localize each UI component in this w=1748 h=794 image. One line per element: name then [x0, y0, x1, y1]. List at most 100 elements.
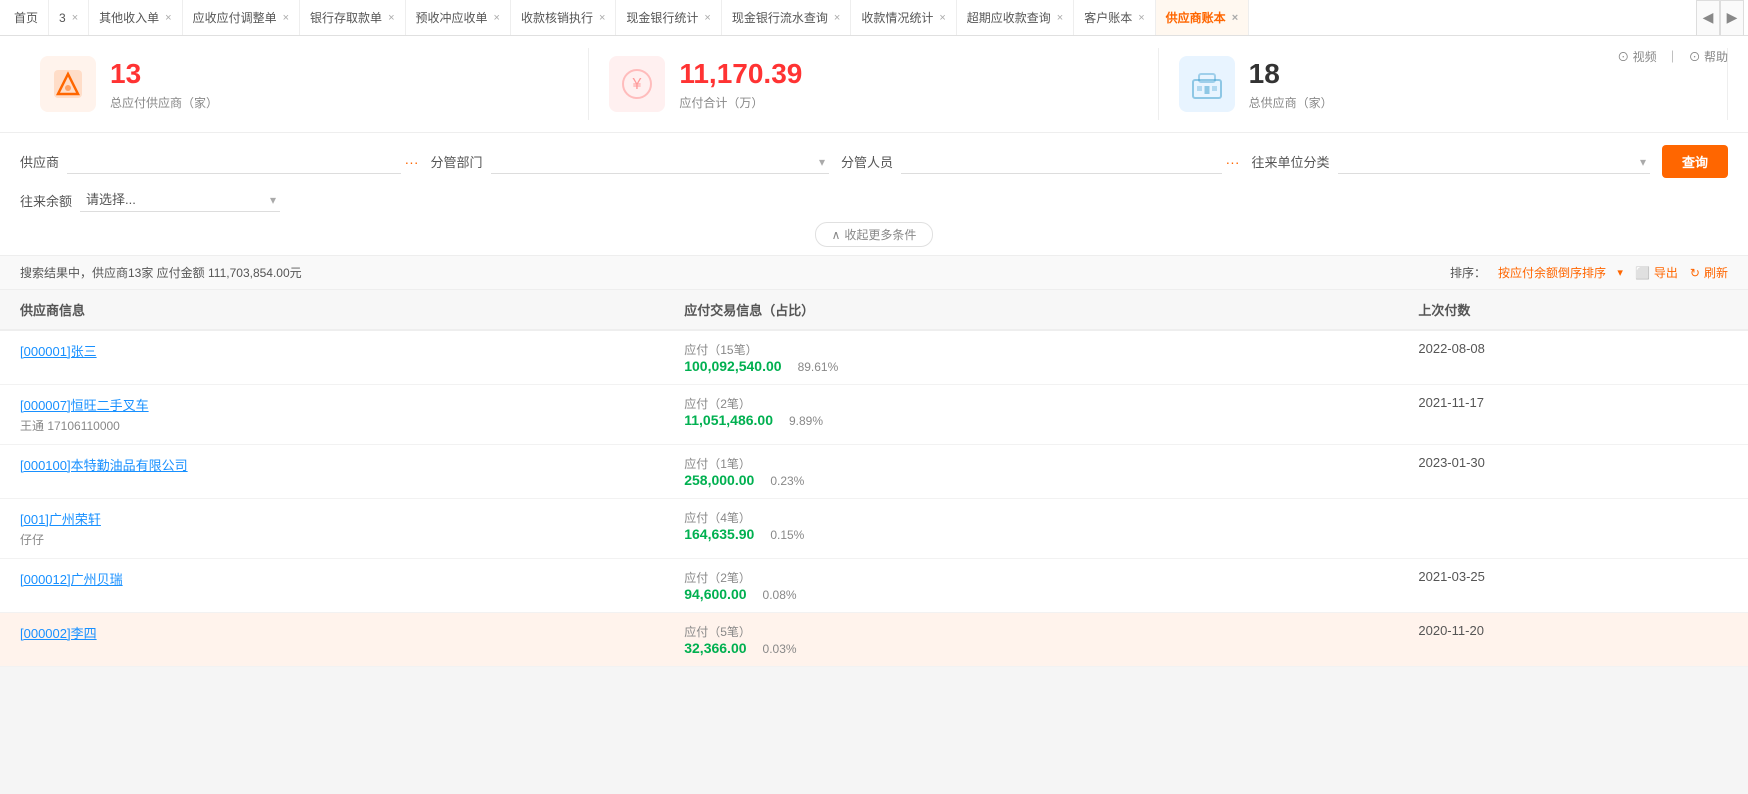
stat-ap-supplier-label: 总应付供应商（家）: [110, 94, 218, 111]
nav-tab-receipt-stat[interactable]: 收款情况统计 ×: [851, 0, 956, 36]
last-payment-date: 2021-03-25: [1418, 569, 1485, 584]
close-icon[interactable]: ×: [1232, 12, 1238, 24]
supplier-link[interactable]: [000001]张三: [20, 344, 97, 359]
stat-help-area: ⊙ 视频 ｜ ⊙ 帮助: [1617, 48, 1728, 65]
close-icon[interactable]: ×: [388, 12, 394, 24]
close-icon[interactable]: ×: [704, 12, 710, 24]
th-tx-info: 应付交易信息（占比）: [664, 290, 1398, 330]
close-icon[interactable]: ×: [283, 12, 289, 24]
stat-total-supplier-count: 18: [1249, 57, 1333, 91]
table-row: [000100]本特勤油品有限公司 应付（1笔）258,000.000.23%20…: [0, 445, 1748, 499]
nav-tab-receipt-exec[interactable]: 收款核销执行 ×: [511, 0, 616, 36]
nav-tab-3[interactable]: 3 ×: [49, 0, 89, 36]
stat-ap-total: ¥ 11,170.39 应付合计（万）: [589, 48, 1158, 120]
nav-tab-other-income[interactable]: 其他收入单 ×: [89, 0, 182, 36]
help-link[interactable]: ⊙ 帮助: [1689, 48, 1728, 65]
close-icon[interactable]: ×: [1057, 12, 1063, 24]
filter-row-1: 供应商 ··· 分管部门 分管人员 ··· 往来单位分类: [20, 145, 1728, 178]
nav-tab-customer-ledger[interactable]: 客户账本 ×: [1074, 0, 1155, 36]
supplier-ellipsis[interactable]: ···: [405, 154, 419, 170]
th-supplier-info: 供应商信息: [0, 290, 664, 330]
last-payment-cell: 2020-11-20: [1398, 613, 1748, 667]
tx-info-cell: 应付（4笔）164,635.900.15%: [664, 499, 1398, 559]
filter-row-2: 往来余额 请选择...: [20, 188, 1728, 212]
supplier-link[interactable]: [000100]本特勤油品有限公司: [20, 458, 188, 473]
filter-balance: 往来余额 请选择...: [20, 188, 280, 212]
tx-label: 应付（2笔）: [684, 395, 1378, 412]
svg-text:¥: ¥: [632, 76, 642, 93]
filter-division: 分管部门: [431, 150, 830, 174]
nav-right-arrow[interactable]: ▶: [1720, 0, 1744, 36]
close-icon[interactable]: ×: [599, 12, 605, 24]
refresh-button[interactable]: ↻ 刷新: [1690, 264, 1728, 281]
tx-amount: 164,635.90: [684, 526, 754, 542]
supplier-input[interactable]: [67, 150, 400, 174]
th-last-payment: 上次付数: [1398, 290, 1748, 330]
nav-tab-ar-ap-adjust[interactable]: 应收应付调整单 ×: [183, 0, 300, 36]
supplier-info-cell: [000100]本特勤油品有限公司: [0, 445, 664, 499]
ap-total-icon: ¥: [609, 56, 665, 112]
nav-left-arrow[interactable]: ◀: [1696, 0, 1720, 36]
tx-percent: 0.03%: [763, 642, 797, 656]
close-icon[interactable]: ×: [1138, 12, 1144, 24]
filter-supplier: 供应商 ···: [20, 150, 419, 174]
manager-ellipsis[interactable]: ···: [1226, 154, 1240, 170]
supplier-link[interactable]: [000012]广州贝瑞: [20, 572, 123, 587]
supplier-link[interactable]: [000007]恒旺二手叉车: [20, 398, 149, 413]
nav-arrows: ◀ ▶: [1696, 0, 1744, 36]
nav-tab-home[interactable]: 首页: [4, 0, 49, 36]
close-icon[interactable]: ×: [165, 12, 171, 24]
table-header-row: 供应商信息 应付交易信息（占比） 上次付数: [0, 290, 1748, 330]
last-payment-cell: 2022-08-08: [1398, 330, 1748, 385]
filter-unit-type-label: 往来单位分类: [1252, 152, 1330, 171]
supplier-table-wrap: 供应商信息 应付交易信息（占比） 上次付数 [000001]张三应付（15笔）1…: [0, 290, 1748, 667]
close-icon[interactable]: ×: [72, 12, 78, 24]
result-summary: 搜索结果中，供应商13家 应付金额 111,703,854.00元: [20, 264, 302, 281]
tx-label: 应付（15笔）: [684, 341, 1378, 358]
tx-percent: 0.23%: [770, 474, 804, 488]
stats-bar: 13 总应付供应商（家） ¥ 11,170.39 应付合计（万） 1: [0, 36, 1748, 133]
nav-tab-overdue-ar[interactable]: 超期应收款查询 ×: [957, 0, 1074, 36]
close-icon[interactable]: ×: [834, 12, 840, 24]
export-icon: ⬜: [1635, 266, 1650, 280]
stat-ap-supplier-count: 13: [110, 57, 218, 91]
result-bar: 搜索结果中，供应商13家 应付金额 111,703,854.00元 排序： 按应…: [0, 256, 1748, 290]
filter-unit-type: 往来单位分类: [1252, 150, 1651, 174]
total-supplier-icon: [1179, 56, 1235, 112]
refresh-icon: ↻: [1690, 266, 1700, 280]
export-button[interactable]: ⬜ 导出: [1635, 264, 1678, 281]
collapse-button[interactable]: ∧ 收起更多条件: [815, 222, 934, 247]
video-link[interactable]: ⊙ 视频: [1617, 48, 1656, 65]
balance-select[interactable]: 请选择...: [80, 188, 280, 212]
table-row: [000001]张三 应付（15笔）100,092,540.0089.61%202…: [0, 330, 1748, 385]
close-icon[interactable]: ×: [494, 12, 500, 24]
supplier-info-cell: [000001]张三: [0, 330, 664, 385]
query-button[interactable]: 查询: [1662, 145, 1728, 178]
manager-input[interactable]: [901, 150, 1221, 174]
nav-tab-cash-bank-stat[interactable]: 现金银行统计 ×: [616, 0, 721, 36]
table-row: [000012]广州贝瑞应付（2笔）94,600.000.08%2021-03-…: [0, 559, 1748, 613]
sort-select[interactable]: 按应付余额倒序排序: [1498, 266, 1623, 280]
nav-tab-bank-deposit[interactable]: 银行存取款单 ×: [300, 0, 405, 36]
tx-amount: 94,600.00: [684, 586, 746, 602]
tx-info-cell: 应付（15笔）100,092,540.0089.61%: [664, 330, 1398, 385]
supplier-link[interactable]: [001]广州荣轩: [20, 512, 101, 527]
last-payment-date: 2020-11-20: [1418, 623, 1484, 638]
division-select[interactable]: [491, 150, 829, 174]
stat-total-ap-suppliers: 13 总应付供应商（家）: [20, 48, 589, 120]
tx-label: 应付（5笔）: [684, 623, 1378, 640]
tx-label: 应付（2笔）: [684, 569, 1378, 586]
filter-balance-label: 往来余额: [20, 191, 72, 210]
supplier-info-cell: [000012]广州贝瑞: [0, 559, 664, 613]
nav-tab-cash-bank-flow[interactable]: 现金银行流水查询 ×: [722, 0, 851, 36]
last-payment-cell: 2023-01-30: [1398, 445, 1748, 499]
last-payment-cell: 2021-03-25: [1398, 559, 1748, 613]
nav-tab-prepay-offset[interactable]: 预收冲应收单 ×: [406, 0, 511, 36]
tx-info-cell: 应付（1笔）258,000.000.23%: [664, 445, 1398, 499]
supplier-info-cell: [000002]李四: [0, 613, 664, 667]
filter-manager: 分管人员 ···: [841, 150, 1240, 174]
nav-tab-supplier-ledger[interactable]: 供应商账本 ×: [1156, 0, 1249, 36]
close-icon[interactable]: ×: [939, 12, 945, 24]
unit-type-select[interactable]: [1338, 150, 1650, 174]
supplier-link[interactable]: [000002]李四: [20, 626, 97, 641]
